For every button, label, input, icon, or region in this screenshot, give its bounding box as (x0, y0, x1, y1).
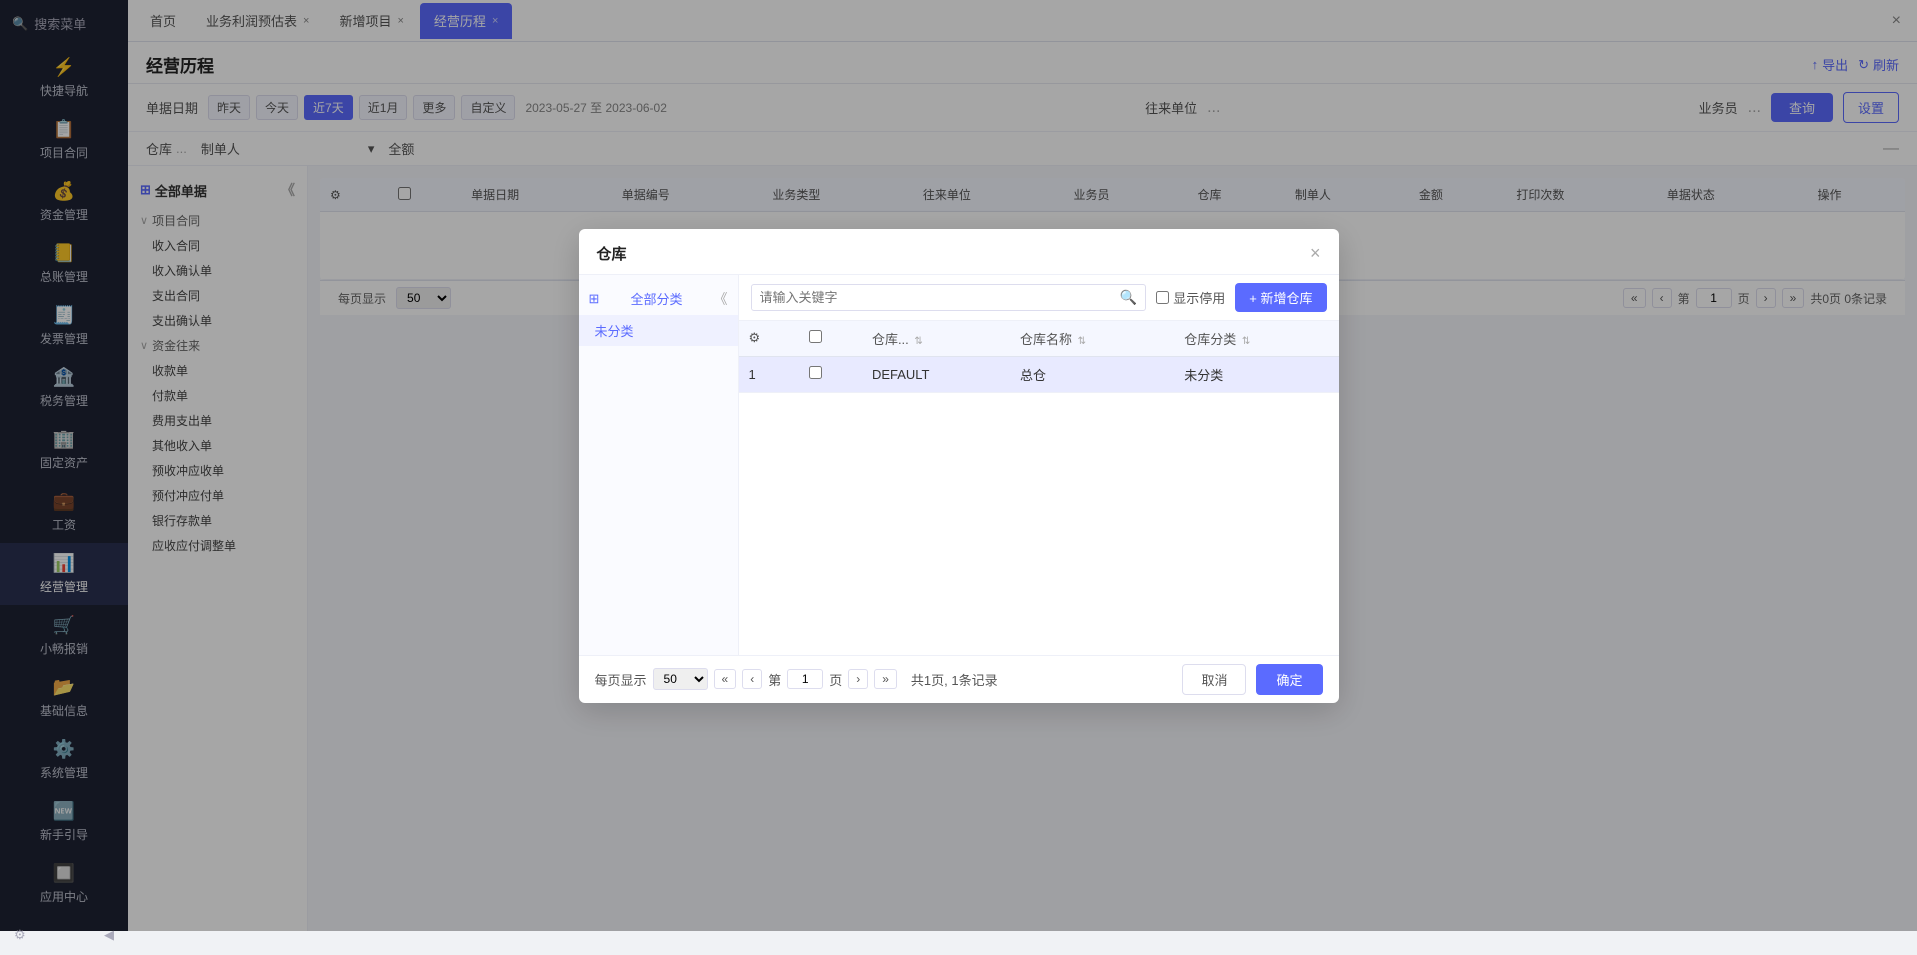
category-sort-icon: ⇅ (1242, 336, 1250, 347)
modal-search-button[interactable]: 🔍 (1112, 285, 1145, 310)
show-disabled-text: 显示停用 (1173, 288, 1225, 307)
table-row[interactable]: 1 DEFAULT 总仓 未分类 (739, 356, 1339, 392)
modal-col-checkbox[interactable] (799, 321, 862, 357)
modal-left-collapse-btn[interactable]: 《 (713, 289, 727, 309)
modal-first-page-btn[interactable]: « (714, 669, 737, 689)
modal-overlay: 仓库 × ⊞ 全部分类 《 未分类 (0, 0, 1917, 931)
modal-per-page-select[interactable]: 50 100 (653, 668, 708, 690)
modal-page-suffix: 页 (829, 670, 842, 689)
modal-prev-page-btn[interactable]: ‹ (742, 669, 762, 689)
modal-page-label: 第 (768, 670, 781, 689)
modal-pagination: 每页显示 50 100 « ‹ 第 页 › » 共1页, 1条记录 (595, 668, 1183, 690)
modal-table: ⚙ 仓库... ⇅ 仓库名称 ⇅ (739, 321, 1339, 393)
modal-search-input[interactable] (752, 286, 1112, 309)
show-disabled-label[interactable]: 显示停用 (1156, 288, 1225, 307)
modal-actions: 取消 确定 (1182, 664, 1322, 695)
row-warehouse-code: DEFAULT (862, 356, 1010, 392)
modal-title: 仓库 (597, 243, 627, 264)
modal-header: 仓库 × (579, 229, 1339, 275)
name-sort-icon: ⇅ (1078, 336, 1086, 347)
all-categories-label[interactable]: 全部分类 (630, 289, 682, 308)
modal-body: ⊞ 全部分类 《 未分类 🔍 显示停用 (579, 275, 1339, 655)
modal-col-settings[interactable]: ⚙ (739, 321, 799, 357)
category-unclassified[interactable]: 未分类 (579, 315, 738, 346)
row-warehouse-name: 总仓 (1010, 356, 1174, 392)
row-warehouse-category: 未分类 (1174, 356, 1338, 392)
modal-next-page-btn[interactable]: › (848, 669, 868, 689)
modal-last-page-btn[interactable]: » (874, 669, 897, 689)
cancel-button[interactable]: 取消 (1182, 664, 1246, 695)
modal-footer: 每页显示 50 100 « ‹ 第 页 › » 共1页, 1条记录 取消 确定 (579, 655, 1339, 703)
modal-record-info: 共1页, 1条记录 (911, 670, 998, 689)
modal-search-wrap: 🔍 (751, 284, 1147, 311)
add-warehouse-button[interactable]: + 新增仓库 (1235, 283, 1326, 312)
warehouse-modal: 仓库 × ⊞ 全部分类 《 未分类 (579, 229, 1339, 703)
modal-table-wrap: ⚙ 仓库... ⇅ 仓库名称 ⇅ (739, 321, 1339, 655)
modal-col-name[interactable]: 仓库名称 ⇅ (1010, 321, 1174, 357)
modal-toolbar: 🔍 显示停用 + 新增仓库 (739, 275, 1339, 321)
row-checkbox-cell[interactable] (799, 356, 862, 392)
all-categories-icon: ⊞ (589, 291, 600, 307)
modal-right-panel: 🔍 显示停用 + 新增仓库 ⚙ (739, 275, 1339, 655)
row-num: 1 (739, 356, 799, 392)
col-settings-icon: ⚙ (749, 330, 761, 345)
confirm-button[interactable]: 确定 (1256, 664, 1322, 695)
modal-page-input[interactable] (787, 669, 823, 689)
modal-per-page-label: 每页显示 (595, 670, 647, 689)
modal-category-list: 未分类 (579, 315, 738, 346)
modal-left-panel: ⊞ 全部分类 《 未分类 (579, 275, 739, 655)
show-disabled-checkbox[interactable] (1156, 291, 1169, 304)
row-checkbox[interactable] (809, 366, 822, 379)
code-sort-icon: ⇅ (914, 336, 922, 347)
modal-left-header: ⊞ 全部分类 《 (579, 283, 738, 315)
modal-close-button[interactable]: × (1310, 243, 1321, 264)
modal-col-code[interactable]: 仓库... ⇅ (862, 321, 1010, 357)
modal-select-all-checkbox[interactable] (809, 330, 822, 343)
modal-col-category[interactable]: 仓库分类 ⇅ (1174, 321, 1338, 357)
